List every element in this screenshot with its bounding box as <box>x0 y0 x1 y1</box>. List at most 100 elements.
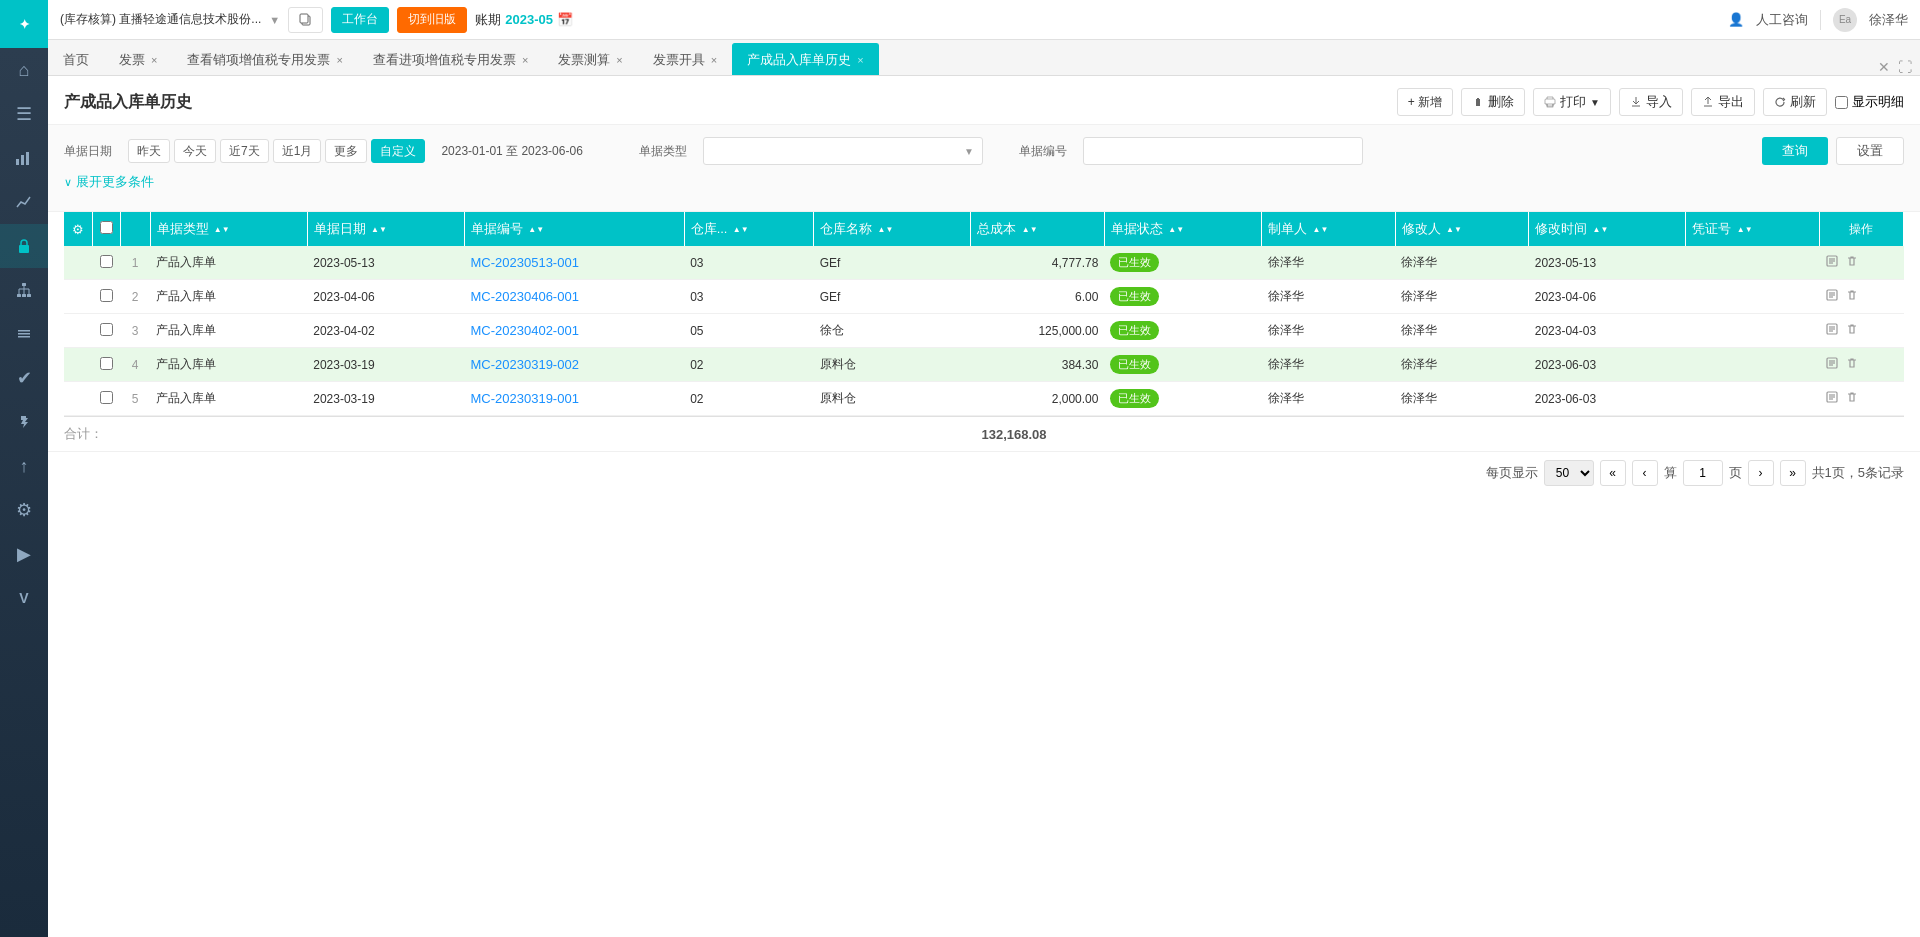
tab-check-sales-close[interactable]: × <box>336 54 342 66</box>
row-checkbox-cell[interactable] <box>92 280 120 314</box>
sidebar-item-docs[interactable]: ☰ <box>0 92 48 136</box>
col-warehouse-name[interactable]: 仓库名称 ▲▼ <box>814 212 971 246</box>
workspace-button[interactable]: 工作台 <box>331 7 389 33</box>
tab-check-sales[interactable]: 查看销项增值税专用发票 × <box>172 43 357 75</box>
prev-page-button[interactable]: ‹ <box>1632 460 1658 486</box>
view-icon-1[interactable] <box>1825 254 1839 271</box>
tab-invoice-close[interactable]: × <box>151 54 157 66</box>
first-page-button[interactable]: « <box>1600 460 1626 486</box>
tab-invoice-calc-close[interactable]: × <box>616 54 622 66</box>
tab-invoice-open-close[interactable]: × <box>711 54 717 66</box>
calendar-icon[interactable]: 📅 <box>557 12 573 27</box>
tab-product-history-close[interactable]: × <box>857 54 863 66</box>
import-button[interactable]: 导入 <box>1619 88 1683 116</box>
bill-type-select[interactable]: ▼ <box>703 137 983 165</box>
col-bill-no[interactable]: 单据编号 ▲▼ <box>464 212 684 246</box>
row-checkbox-3[interactable] <box>100 323 113 336</box>
user-label[interactable]: 徐泽华 <box>1869 11 1908 29</box>
support-label[interactable]: 人工咨询 <box>1756 11 1808 29</box>
sidebar-item-home[interactable]: ⌂ <box>0 48 48 92</box>
delete-icon-1[interactable] <box>1845 254 1859 271</box>
sidebar-item-version[interactable]: V <box>0 576 48 620</box>
row-bill-no-link-2[interactable]: MC-20230406-001 <box>470 289 578 304</box>
dropdown-icon[interactable]: ▼ <box>269 14 280 26</box>
delete-icon-2[interactable] <box>1845 288 1859 305</box>
row-checkbox-cell[interactable] <box>92 246 120 280</box>
col-total-cost[interactable]: 总成本 ▲▼ <box>971 212 1105 246</box>
tab-check-purchase[interactable]: 查看进项增值税专用发票 × <box>358 43 543 75</box>
sidebar-item-task[interactable]: ✔ <box>0 356 48 400</box>
sidebar-item-video[interactable]: ▶ <box>0 532 48 576</box>
btn-last7[interactable]: 近7天 <box>220 139 269 163</box>
row-bill-no-link-5[interactable]: MC-20230319-001 <box>470 391 578 406</box>
expand-more-button[interactable]: ∨ 展开更多条件 <box>64 173 154 191</box>
settings-icon[interactable]: ⚙ <box>72 222 84 237</box>
btn-custom[interactable]: 自定义 <box>371 139 425 163</box>
sidebar-item-chart[interactable] <box>0 136 48 180</box>
sidebar-item-plugin[interactable] <box>0 400 48 444</box>
btn-more[interactable]: 更多 <box>325 139 367 163</box>
delete-icon-3[interactable] <box>1845 322 1859 339</box>
tab-check-purchase-close[interactable]: × <box>522 54 528 66</box>
bill-no-input[interactable] <box>1083 137 1363 165</box>
tab-expand[interactable]: ⛶ <box>1898 59 1912 75</box>
tab-product-history[interactable]: 产成品入库单历史 × <box>732 43 878 75</box>
row-checkbox-1[interactable] <box>100 255 113 268</box>
delete-icon-5[interactable] <box>1845 390 1859 407</box>
tab-invoice[interactable]: 发票 × <box>104 43 172 75</box>
tab-home[interactable]: 首页 <box>48 43 104 75</box>
row-bill-no-4[interactable]: MC-20230319-002 <box>464 348 684 382</box>
btn-last-month[interactable]: 近1月 <box>273 139 322 163</box>
row-checkbox-2[interactable] <box>100 289 113 302</box>
sidebar-item-upload[interactable]: ↑ <box>0 444 48 488</box>
last-page-button[interactable]: » <box>1780 460 1806 486</box>
refresh-button[interactable]: 刷新 <box>1763 88 1827 116</box>
query-button[interactable]: 查询 <box>1762 137 1828 165</box>
view-icon-5[interactable] <box>1825 390 1839 407</box>
col-modify-time[interactable]: 修改时间 ▲▼ <box>1529 212 1686 246</box>
view-icon-3[interactable] <box>1825 322 1839 339</box>
switch-old-button[interactable]: 切到旧版 <box>397 7 467 33</box>
print-button[interactable]: 打印 ▼ <box>1533 88 1611 116</box>
sidebar-item-settings[interactable]: ⚙ <box>0 488 48 532</box>
row-checkbox-cell[interactable] <box>92 382 120 416</box>
current-page-input[interactable] <box>1683 460 1723 486</box>
row-checkbox-5[interactable] <box>100 391 113 404</box>
btn-today[interactable]: 今天 <box>174 139 216 163</box>
view-icon-2[interactable] <box>1825 288 1839 305</box>
col-voucher-no[interactable]: 凭证号 ▲▼ <box>1686 212 1820 246</box>
col-bill-date[interactable]: 单据日期 ▲▼ <box>307 212 464 246</box>
sidebar-item-menu[interactable] <box>0 312 48 356</box>
view-icon-4[interactable] <box>1825 356 1839 373</box>
row-bill-no-link-4[interactable]: MC-20230319-002 <box>470 357 578 372</box>
col-warehouse-code[interactable]: 仓库... ▲▼ <box>684 212 814 246</box>
row-bill-no-1[interactable]: MC-20230513-001 <box>464 246 684 280</box>
tab-invoice-open[interactable]: 发票开具 × <box>638 43 732 75</box>
tab-invoice-calc[interactable]: 发票测算 × <box>543 43 637 75</box>
tab-close-all[interactable]: ✕ <box>1878 59 1890 75</box>
row-bill-no-3[interactable]: MC-20230402-001 <box>464 314 684 348</box>
delete-icon-4[interactable] <box>1845 356 1859 373</box>
row-bill-no-link-1[interactable]: MC-20230513-001 <box>470 255 578 270</box>
next-page-button[interactable]: › <box>1748 460 1774 486</box>
row-bill-no-link-3[interactable]: MC-20230402-001 <box>470 323 578 338</box>
col-modifier[interactable]: 修改人 ▲▼ <box>1395 212 1529 246</box>
col-bill-type[interactable]: 单据类型 ▲▼ <box>150 212 307 246</box>
sidebar-item-lock[interactable] <box>0 224 48 268</box>
new-button[interactable]: + 新增 <box>1397 88 1453 116</box>
row-checkbox-cell[interactable] <box>92 314 120 348</box>
row-bill-no-5[interactable]: MC-20230319-001 <box>464 382 684 416</box>
col-checkbox[interactable] <box>92 212 120 246</box>
select-all-checkbox[interactable] <box>100 221 113 234</box>
show-detail-checkbox[interactable] <box>1835 96 1848 109</box>
copy-button[interactable] <box>288 7 323 33</box>
export-button[interactable]: 导出 <box>1691 88 1755 116</box>
per-page-select[interactable]: 50 100 200 <box>1544 460 1594 486</box>
col-settings[interactable]: ⚙ <box>64 212 92 246</box>
sidebar-item-org[interactable] <box>0 268 48 312</box>
delete-button[interactable]: 删除 <box>1461 88 1525 116</box>
col-bill-status[interactable]: 单据状态 ▲▼ <box>1104 212 1261 246</box>
row-checkbox-4[interactable] <box>100 357 113 370</box>
reset-button[interactable]: 设置 <box>1836 137 1904 165</box>
col-creator[interactable]: 制单人 ▲▼ <box>1262 212 1396 246</box>
